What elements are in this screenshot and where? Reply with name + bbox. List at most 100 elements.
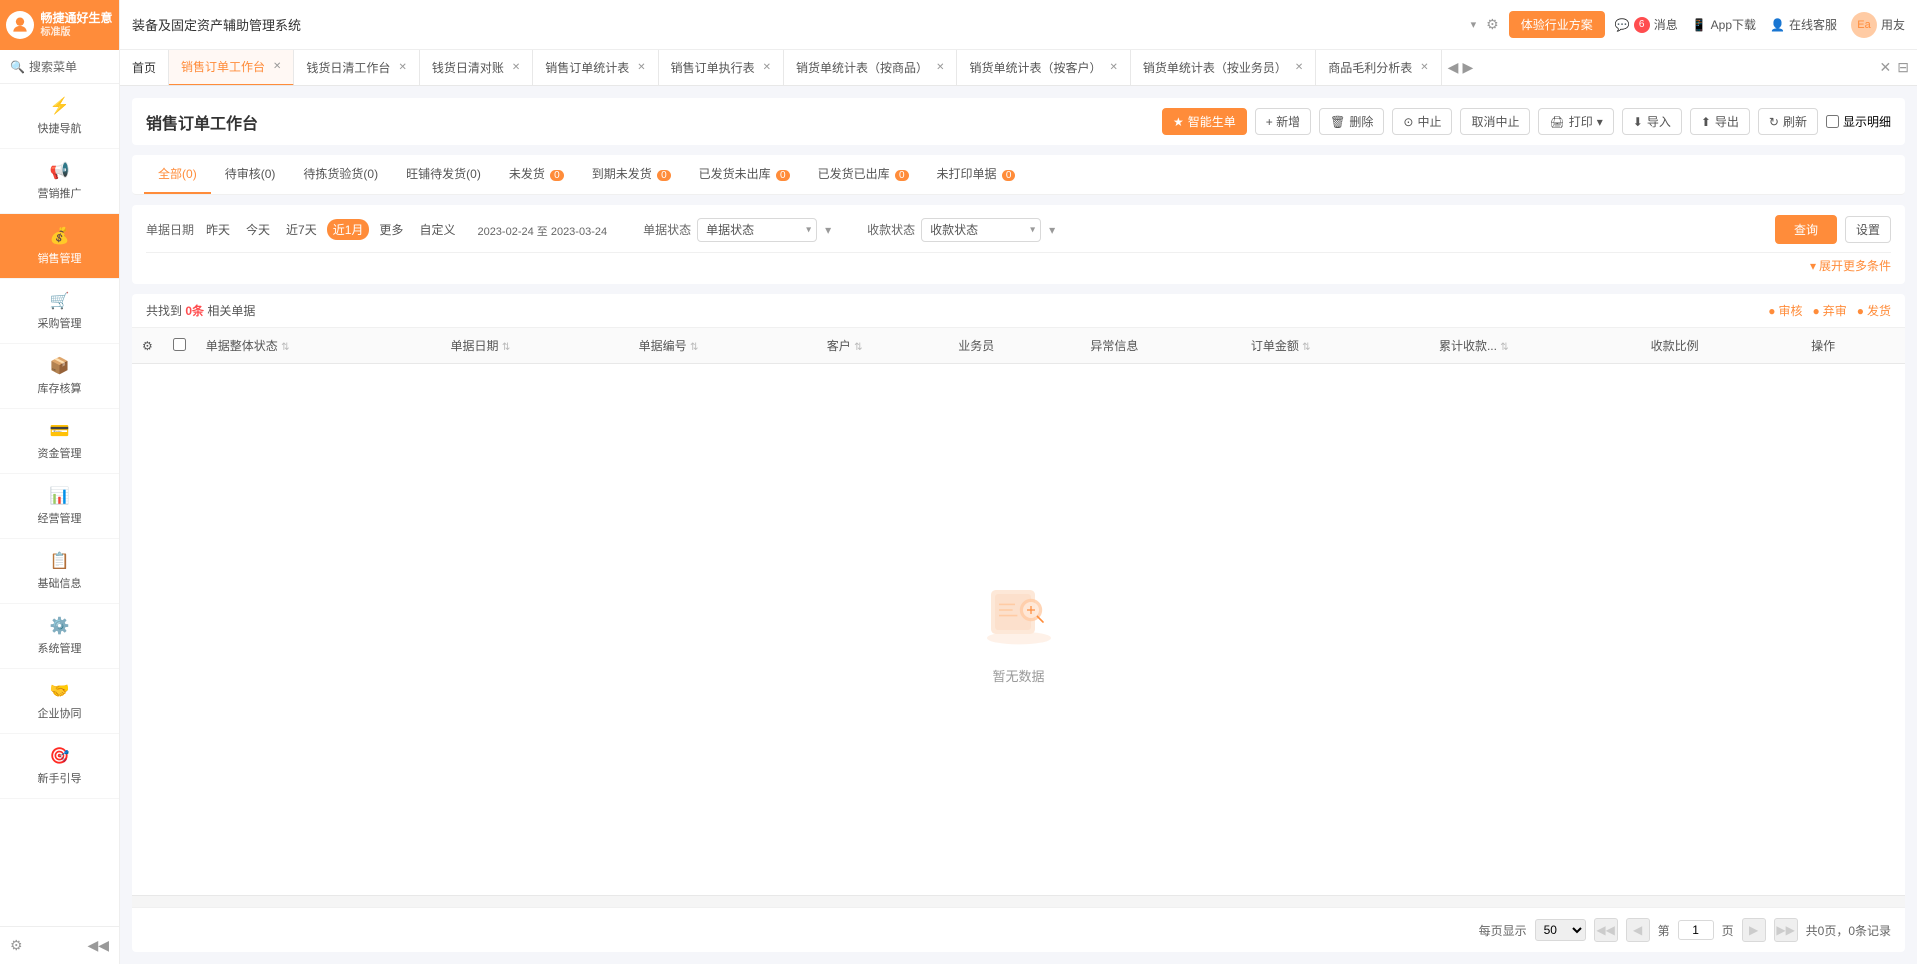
sidebar-item-quick-nav[interactable]: ⚡ 快捷导航	[0, 84, 119, 149]
sidebar-collapse-icon[interactable]: ◀◀	[87, 937, 109, 954]
tab-by-product-close[interactable]: ✕	[936, 62, 944, 73]
column-settings-icon[interactable]: ⚙	[142, 339, 153, 353]
tab-home-label: 首页	[132, 59, 156, 76]
tab-cash-clearing-close[interactable]: ✕	[398, 62, 406, 73]
date-sort-icon[interactable]: ⇅	[502, 342, 510, 353]
sidebar-item-operations[interactable]: 📊 经营管理	[0, 474, 119, 539]
sidebar-item-basic-info[interactable]: 📋 基础信息	[0, 539, 119, 604]
tabs-next-icon[interactable]: ▶	[1462, 59, 1473, 76]
sidebar-item-cooperation[interactable]: 🤝 企业协同	[0, 669, 119, 734]
tabs-close-all-icon[interactable]: ⊟	[1897, 59, 1909, 76]
sidebar-item-inventory[interactable]: 📦 库存核算	[0, 344, 119, 409]
tab-profit-close[interactable]: ✕	[1420, 62, 1428, 73]
industry-solution-button[interactable]: 体验行业方案	[1509, 11, 1605, 38]
sidebar-item-finance[interactable]: 💳 资金管理	[0, 409, 119, 474]
tab-profit-analysis[interactable]: 商品毛利分析表 ✕	[1316, 50, 1441, 86]
tab-sales-by-salesperson[interactable]: 销货单统计表（按业务员） ✕	[1131, 50, 1316, 86]
hscroll-bar[interactable]	[132, 895, 1905, 907]
online-service-button[interactable]: 👤 在线客服	[1770, 16, 1837, 33]
import-button[interactable]: ⬇ 导入	[1622, 108, 1682, 135]
refresh-button[interactable]: ↻ 刷新	[1758, 108, 1818, 135]
tab-sales-stats-close[interactable]: ✕	[637, 62, 645, 73]
export-button[interactable]: ⬆ 导出	[1690, 108, 1750, 135]
subtab-shipped-not-out[interactable]: 已发货未出库 0	[685, 155, 804, 194]
sales-icon: 💰	[50, 226, 70, 246]
subtab-shipped-out-badge: 0	[895, 170, 909, 181]
sidebar-item-system[interactable]: ⚙️ 系统管理	[0, 604, 119, 669]
subtab-shipped-out[interactable]: 已发货已出库 0	[804, 155, 923, 194]
select-all-checkbox[interactable]	[173, 338, 186, 351]
uncheck-action-button[interactable]: ● 弃审	[1812, 302, 1846, 319]
date-yesterday[interactable]: 昨天	[200, 219, 236, 240]
date-1month[interactable]: 近1月	[327, 219, 370, 240]
pagination-prev-button[interactable]: ◀	[1626, 918, 1650, 942]
smart-create-button[interactable]: ★ 智能生单	[1162, 108, 1247, 135]
show-details-checkbox-wrap[interactable]: 显示明细	[1826, 113, 1891, 130]
print-dropdown-icon: ▾	[1597, 115, 1603, 129]
tab-cash-recon-label: 钱货日清对账	[432, 59, 504, 76]
review-action-button[interactable]: ● 审核	[1768, 302, 1802, 319]
tab-sales-execution[interactable]: 销售订单执行表 ✕	[659, 50, 784, 86]
app-download-button[interactable]: 📱 App下载	[1692, 16, 1756, 33]
tab-sales-order-workbench[interactable]: 销售订单工作台 ✕	[169, 50, 294, 86]
subtab-pending-inspection[interactable]: 待拣货验货(0)	[289, 155, 392, 194]
print-button[interactable]: 🖨 打印 ▾	[1538, 108, 1613, 135]
sidebar-item-sales[interactable]: 💰 销售管理	[0, 214, 119, 279]
tabs-close-current-icon[interactable]: ✕	[1880, 59, 1892, 76]
ship-action-button[interactable]: ● 发货	[1857, 302, 1891, 319]
sidebar-item-guide[interactable]: 🎯 新手引导	[0, 734, 119, 799]
tab-home[interactable]: 首页	[120, 50, 169, 86]
tab-cash-recon-close[interactable]: ✕	[512, 62, 520, 73]
show-details-checkbox[interactable]	[1826, 115, 1839, 128]
pagination-first-button[interactable]: ◀◀	[1594, 918, 1618, 942]
tab-sales-by-customer[interactable]: 销货单统计表（按客户） ✕	[957, 50, 1130, 86]
tab-sales-order-close[interactable]: ✕	[273, 61, 281, 72]
tab-sales-stats[interactable]: 销售订单统计表 ✕	[533, 50, 658, 86]
number-sort-icon[interactable]: ⇅	[690, 342, 698, 353]
topbar-settings-icon[interactable]: ⚙	[1486, 16, 1499, 33]
subtab-all[interactable]: 全部(0)	[144, 155, 211, 194]
subtab-pending-review[interactable]: 待审核(0)	[211, 155, 290, 194]
payment-select[interactable]: 收款状态	[921, 218, 1041, 242]
search-menu-item[interactable]: 🔍 搜索菜单	[0, 50, 119, 84]
sidebar-settings-icon[interactable]: ⚙	[10, 937, 23, 954]
per-page-select[interactable]: 50 10 20 100	[1535, 919, 1586, 941]
tab-cash-clearing[interactable]: 钱货日清工作台 ✕	[294, 50, 419, 86]
page-number-input[interactable]	[1678, 920, 1714, 940]
pagination-last-button[interactable]: ▶▶	[1774, 918, 1798, 942]
tab-by-salesperson-close[interactable]: ✕	[1295, 62, 1303, 73]
status-select[interactable]: 单据状态	[697, 218, 817, 242]
app-logo: 畅捷通好生意 标准版	[0, 0, 119, 50]
subtab-not-printed[interactable]: 未打印单据 0	[923, 155, 1030, 194]
tab-sales-exec-close[interactable]: ✕	[763, 62, 771, 73]
subtab-not-shipped[interactable]: 未发货 0	[495, 155, 578, 194]
system-dropdown-icon[interactable]: ▾	[1471, 18, 1477, 31]
date-7days[interactable]: 近7天	[280, 219, 323, 240]
tabs-prev-icon[interactable]: ◀	[1448, 59, 1459, 76]
stop-button[interactable]: ⊙ 中止	[1392, 108, 1452, 135]
tab-cash-reconciliation[interactable]: 钱货日清对账 ✕	[420, 50, 533, 86]
user-menu[interactable]: Ea 用友	[1851, 12, 1905, 38]
subtab-wangpu[interactable]: 旺铺待发货(0)	[392, 155, 495, 194]
customer-sort-icon[interactable]: ⇅	[854, 342, 862, 353]
expand-conditions-button[interactable]: ▾ 展开更多条件	[1810, 257, 1891, 274]
date-custom[interactable]: 自定义	[413, 219, 461, 240]
purchase-icon: 🛒	[50, 291, 70, 311]
sidebar-item-purchase[interactable]: 🛒 采购管理	[0, 279, 119, 344]
add-button[interactable]: + 新增	[1255, 108, 1311, 135]
date-more[interactable]: 更多	[373, 219, 409, 240]
sidebar-item-marketing[interactable]: 📢 营销推广	[0, 149, 119, 214]
query-button[interactable]: 查询	[1775, 215, 1837, 244]
collected-sort-icon[interactable]: ⇅	[1500, 342, 1508, 353]
status-sort-icon[interactable]: ⇅	[281, 342, 289, 353]
subtab-overdue-not-shipped[interactable]: 到期未发货 0	[578, 155, 685, 194]
tab-sales-by-product[interactable]: 销货单统计表（按商品） ✕	[784, 50, 957, 86]
cancel-stop-button[interactable]: 取消中止	[1460, 108, 1530, 135]
settings-button[interactable]: 设置	[1845, 216, 1891, 243]
amount-sort-icon[interactable]: ⇅	[1302, 342, 1310, 353]
message-button[interactable]: 💬 6 消息	[1615, 16, 1678, 33]
pagination-next-button[interactable]: ▶	[1742, 918, 1766, 942]
date-today[interactable]: 今天	[240, 219, 276, 240]
tab-by-customer-close[interactable]: ✕	[1109, 62, 1117, 73]
delete-button[interactable]: 🗑 删除	[1319, 108, 1384, 135]
